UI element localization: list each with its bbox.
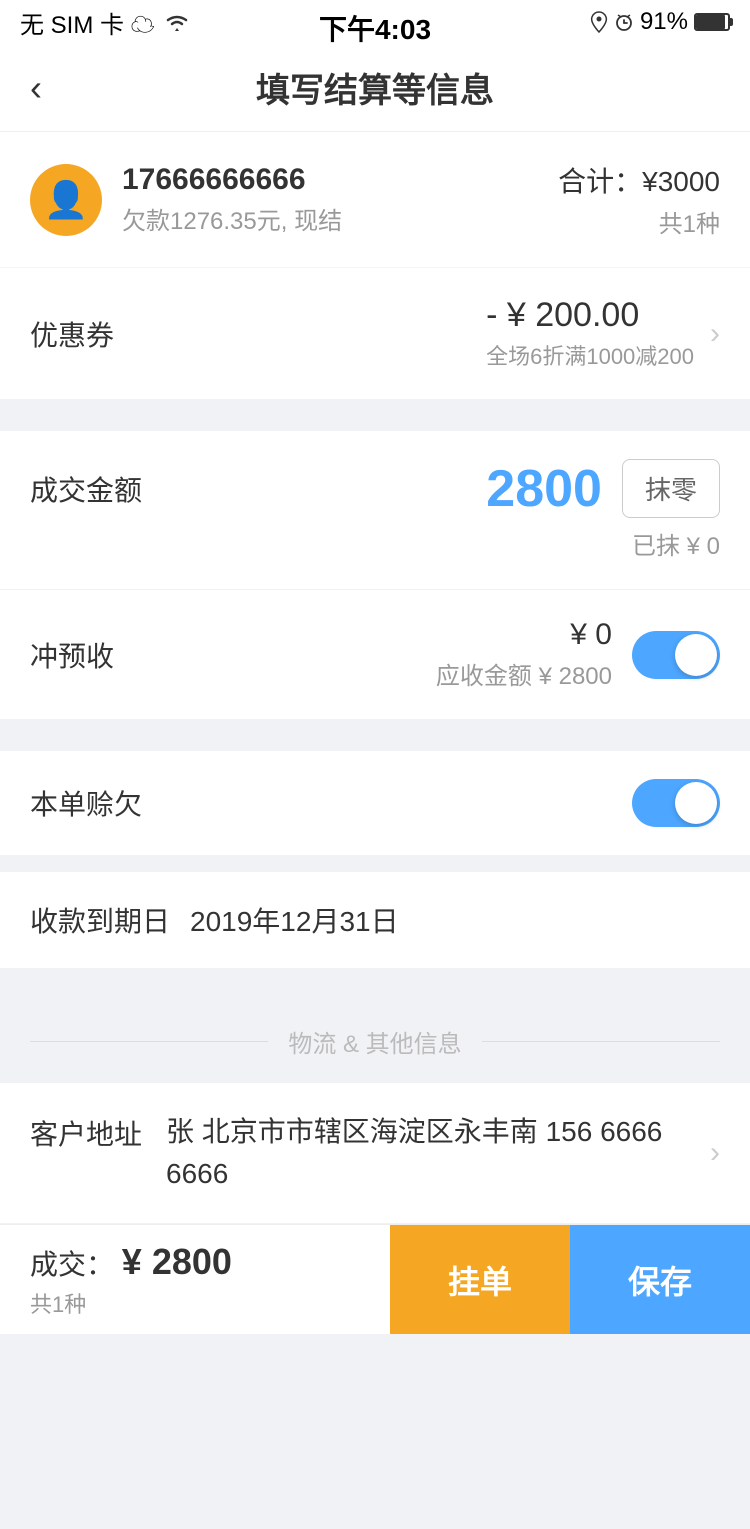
hang-button[interactable]: 挂单 [390, 1225, 570, 1334]
customer-section: 👤 17666666666 欠款1276.35元, 现结 合计：¥3000 共1… [0, 132, 750, 399]
total-count: 共1种 [558, 204, 720, 239]
sim-label: 无 SIM 卡 ☁ [20, 5, 155, 40]
bottom-bar: 成交： ¥ 2800 共1种 挂单 保存 [0, 1224, 750, 1334]
save-button[interactable]: 保存 [570, 1225, 750, 1334]
duedate-section: 收款到期日 2019年12月31日 [0, 871, 750, 968]
deal-label: 成交金额 [30, 469, 142, 509]
customer-row: 👤 17666666666 欠款1276.35元, 现结 合计：¥3000 共1… [0, 132, 750, 268]
deal-value-wrapper: 2800 抹零 [486, 459, 720, 518]
duedate-value: 2019年12月31日 [190, 900, 399, 940]
bottom-count: 共1种 [30, 1287, 360, 1319]
coupon-discount: - ¥ 200.00 [486, 296, 694, 335]
page-title: 填写结算等信息 [256, 63, 494, 112]
address-value: 张 北京市市辖区海淀区永丰南 156 6666 6666 [166, 1111, 700, 1195]
deal-section: 成交金额 2800 抹零 已抹 ¥ 0 [0, 431, 750, 589]
coupon-label: 优惠券 [30, 314, 114, 354]
status-left: 无 SIM 卡 ☁ [20, 5, 191, 40]
address-chevron-icon: › [710, 1136, 720, 1170]
address-section[interactable]: 客户地址 张 北京市市辖区海淀区永丰南 156 6666 6666 › [0, 1083, 750, 1223]
status-bar: 无 SIM 卡 ☁ 下午4:03 91% [0, 0, 750, 44]
customer-info: 17666666666 欠款1276.35元, 现结 [122, 163, 342, 236]
logistics-header: 物流 & 其他信息 [0, 1000, 750, 1083]
customer-total: 合计：¥3000 共1种 [558, 160, 720, 239]
debt-toggle-thumb [675, 782, 717, 824]
wifi-icon [163, 12, 191, 32]
prepay-right: ¥ 0 应收金额 ¥ 2800 [436, 618, 720, 691]
bottom-info: 成交： ¥ 2800 共1种 [0, 1225, 390, 1334]
divider-2 [0, 735, 750, 751]
duedate-label: 收款到期日 [30, 900, 170, 940]
bottom-spacer [0, 1419, 750, 1529]
prepay-label: 冲预收 [30, 635, 114, 675]
divider-3 [0, 984, 750, 1000]
header-line-left [30, 1041, 268, 1042]
battery-percent: 91% [640, 8, 688, 36]
customer-left: 👤 17666666666 欠款1276.35元, 现结 [30, 163, 342, 236]
round-button[interactable]: 抹零 [622, 459, 720, 518]
deal-sub: 已抹 ¥ 0 [30, 526, 720, 561]
alarm-icon [614, 11, 634, 33]
debt-toggle[interactable] [632, 779, 720, 827]
prepay-amount: ¥ 0 [436, 618, 612, 652]
customer-phone: 17666666666 [122, 163, 342, 197]
header-line-right [482, 1041, 720, 1042]
divider-1 [0, 415, 750, 431]
toggle-thumb [675, 634, 717, 676]
status-right: 91% [590, 8, 730, 36]
logistics-label: 物流 & 其他信息 [288, 1024, 461, 1059]
prepay-row: 冲预收 ¥ 0 应收金额 ¥ 2800 [30, 618, 720, 691]
coupon-row[interactable]: 优惠券 - ¥ 200.00 全场6折满1000减200 › [0, 268, 750, 399]
coupon-right: - ¥ 200.00 全场6折满1000减200 › [486, 296, 720, 371]
coupon-chevron-icon: › [710, 317, 720, 351]
duedate-row: 收款到期日 2019年12月31日 [30, 900, 720, 940]
prepay-section: 冲预收 ¥ 0 应收金额 ¥ 2800 [0, 589, 750, 719]
address-label: 客户地址 [30, 1111, 142, 1153]
total-amount: 合计：¥3000 [558, 160, 720, 200]
coupon-desc: 全场6折满1000减200 [486, 339, 694, 371]
back-button[interactable]: ‹ [30, 67, 90, 109]
bottom-deal-amount: ¥ 2800 [122, 1241, 232, 1282]
location-icon [590, 11, 608, 33]
deal-row: 成交金额 2800 抹零 [30, 459, 720, 518]
bottom-deal-row: 成交： ¥ 2800 [30, 1241, 360, 1283]
customer-sub: 欠款1276.35元, 现结 [122, 201, 342, 236]
avatar: 👤 [30, 164, 102, 236]
bottom-deal-label: 成交： [30, 1249, 114, 1280]
prepay-toggle[interactable] [632, 631, 720, 679]
battery-icon [694, 13, 730, 31]
debt-label: 本单赊欠 [30, 783, 142, 823]
deal-amount-section: 成交金额 2800 抹零 已抹 ¥ 0 冲预收 ¥ 0 应收金额 ¥ 2800 [0, 431, 750, 719]
prepay-values: ¥ 0 应收金额 ¥ 2800 [436, 618, 612, 691]
header: ‹ 填写结算等信息 [0, 44, 750, 132]
prepay-sub: 应收金额 ¥ 2800 [436, 656, 612, 691]
debt-section: 本单赊欠 [0, 751, 750, 855]
status-time: 下午4:03 [319, 8, 431, 48]
deal-amount: 2800 [486, 463, 602, 515]
